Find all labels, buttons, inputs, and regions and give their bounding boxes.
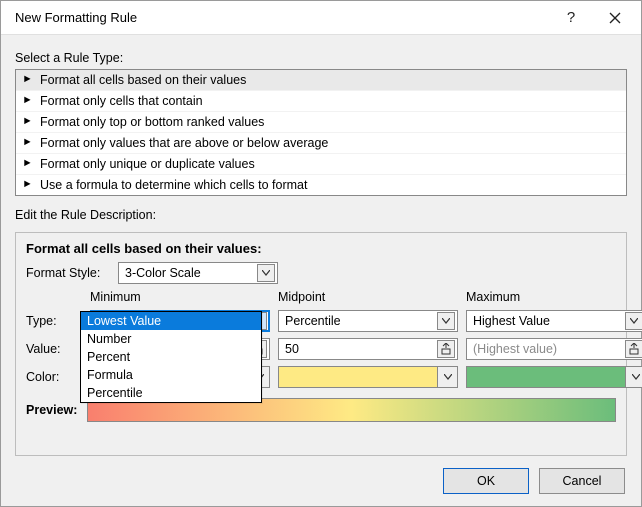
rule-type-text: Format only unique or duplicate values (40, 157, 255, 171)
maximum-type-value: Highest Value (473, 314, 550, 328)
format-style-select[interactable]: 3-Color Scale (118, 262, 278, 284)
maximum-value-input[interactable]: (Highest value) (466, 338, 642, 360)
rule-type-item[interactable]: ► Format only unique or duplicate values (16, 154, 626, 175)
rule-type-item[interactable]: ► Format only top or bottom ranked value… (16, 112, 626, 133)
rule-type-text: Format only top or bottom ranked values (40, 115, 264, 129)
format-style-row: Format Style: 3-Color Scale (26, 262, 616, 284)
list-marker-icon: ► (24, 116, 34, 128)
chevron-down-icon (625, 312, 642, 330)
color-label: Color: (26, 370, 82, 384)
rule-type-text: Format all cells based on their values (40, 73, 246, 87)
ok-button[interactable]: OK (443, 468, 529, 494)
rule-type-item[interactable]: ► Format all cells based on their values (16, 70, 626, 91)
value-label: Value: (26, 342, 82, 356)
dropdown-option[interactable]: Percent (81, 348, 261, 366)
cancel-button[interactable]: Cancel (539, 468, 625, 494)
chevron-down-icon (257, 264, 275, 282)
list-marker-icon: ► (24, 74, 34, 86)
new-formatting-rule-dialog: New Formatting Rule ? Select a Rule Type… (0, 0, 642, 507)
close-icon (609, 12, 621, 24)
midpoint-header: Midpoint (278, 290, 458, 304)
rule-type-text: Format only values that are above or bel… (40, 136, 328, 150)
maximum-value-text: (Highest value) (473, 342, 557, 356)
description-heading: Format all cells based on their values: (26, 241, 616, 256)
select-rule-type-label: Select a Rule Type: (15, 51, 627, 65)
dropdown-option[interactable]: Formula (81, 366, 261, 384)
chevron-down-icon (437, 367, 457, 387)
list-marker-icon: ► (24, 158, 34, 170)
dropdown-option[interactable]: Percentile (81, 384, 261, 402)
dialog-content: Select a Rule Type: ► Format all cells b… (1, 35, 641, 456)
range-selector-icon[interactable] (437, 340, 455, 358)
format-style-value: 3-Color Scale (125, 266, 201, 280)
midpoint-type-select[interactable]: Percentile (278, 310, 458, 332)
list-marker-icon: ► (24, 137, 34, 149)
maximum-header: Maximum (466, 290, 642, 304)
range-selector-icon[interactable] (625, 340, 642, 358)
dialog-footer: OK Cancel (1, 456, 641, 506)
midpoint-type-value: Percentile (285, 314, 341, 328)
list-marker-icon: ► (24, 95, 34, 107)
chevron-down-icon (437, 312, 455, 330)
midpoint-color-select[interactable] (278, 366, 458, 388)
midpoint-value-text: 50 (285, 342, 299, 356)
minimum-header: Minimum (90, 290, 270, 304)
type-label: Type: (26, 314, 82, 328)
color-swatch (279, 367, 437, 387)
rule-type-item[interactable]: ► Use a formula to determine which cells… (16, 175, 626, 195)
rule-type-item[interactable]: ► Format only cells that contain (16, 91, 626, 112)
color-swatch (467, 367, 625, 387)
maximum-type-select[interactable]: Highest Value (466, 310, 642, 332)
format-style-label: Format Style: (26, 266, 112, 280)
titlebar: New Formatting Rule ? (1, 1, 641, 35)
rule-type-text: Format only cells that contain (40, 94, 203, 108)
rule-description-box: Format all cells based on their values: … (15, 232, 627, 456)
list-marker-icon: ► (24, 179, 34, 191)
window-title: New Formatting Rule (15, 10, 549, 25)
maximum-color-select[interactable] (466, 366, 642, 388)
minimum-type-dropdown[interactable]: Lowest Value Number Percent Formula Perc… (80, 311, 262, 403)
midpoint-value-input[interactable]: 50 (278, 338, 458, 360)
dropdown-option[interactable]: Number (81, 330, 261, 348)
close-button[interactable] (593, 3, 637, 33)
chevron-down-icon (625, 367, 642, 387)
edit-rule-description-label: Edit the Rule Description: (15, 208, 627, 222)
question-icon: ? (567, 9, 575, 26)
help-button[interactable]: ? (549, 3, 593, 33)
rule-type-list[interactable]: ► Format all cells based on their values… (15, 69, 627, 196)
dropdown-option[interactable]: Lowest Value (81, 312, 261, 330)
preview-label: Preview: (26, 403, 77, 417)
rule-type-text: Use a formula to determine which cells t… (40, 178, 307, 192)
rule-type-item[interactable]: ► Format only values that are above or b… (16, 133, 626, 154)
